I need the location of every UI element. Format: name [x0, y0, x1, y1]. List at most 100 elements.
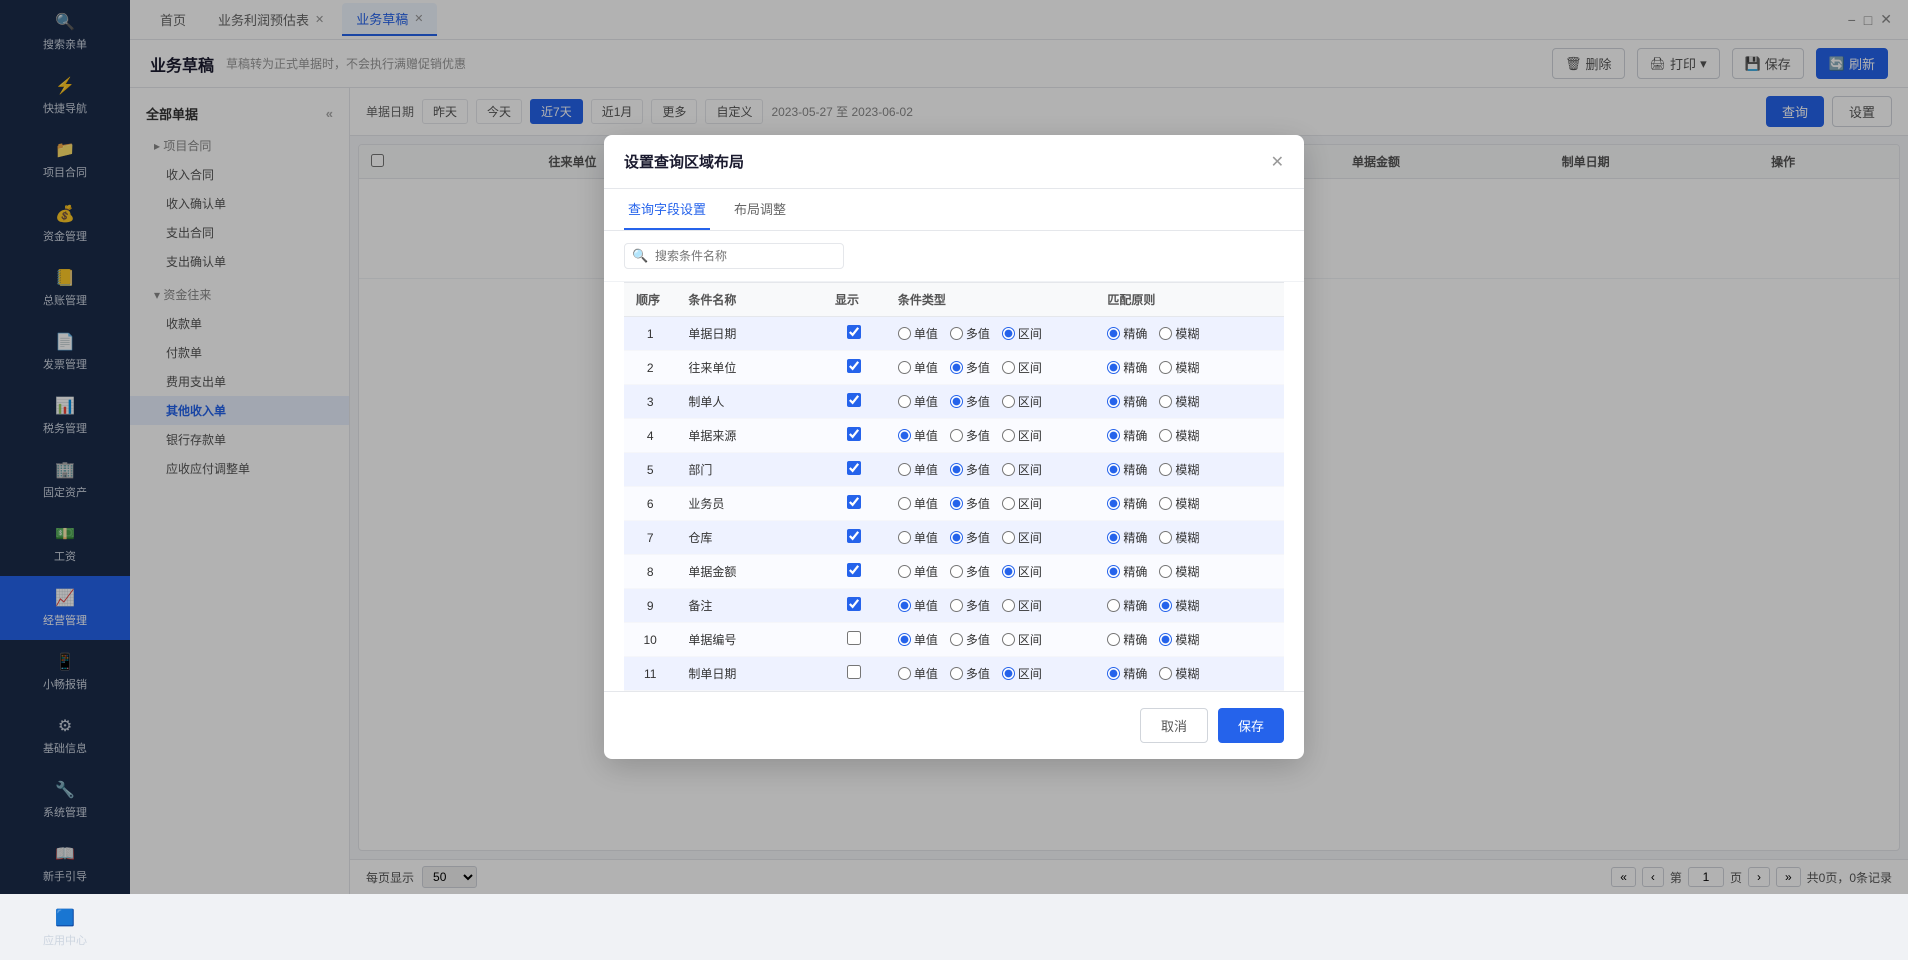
type-radio-range[interactable]: 区间	[1002, 495, 1042, 512]
type-radio-single[interactable]: 单值	[898, 665, 938, 682]
th-order: 顺序	[624, 283, 676, 317]
match-radio-fuzzy[interactable]: 模糊	[1159, 325, 1199, 342]
show-checkbox[interactable]	[847, 427, 861, 441]
match-radio-fuzzy[interactable]: 模糊	[1159, 427, 1199, 444]
type-radio-range[interactable]: 区间	[1002, 325, 1042, 342]
cancel-btn[interactable]: 取消	[1140, 708, 1208, 743]
type-radio-range[interactable]: 区间	[1002, 427, 1042, 444]
match-radio-fuzzy[interactable]: 模糊	[1159, 529, 1199, 546]
th-show: 显示	[823, 283, 886, 317]
cell-match-rule: 精确模糊	[1095, 385, 1284, 419]
dialog-table-row: 3制单人单值多值区间精确模糊	[624, 385, 1284, 419]
match-radio-fuzzy[interactable]: 模糊	[1159, 495, 1199, 512]
type-radio-single[interactable]: 单值	[898, 393, 938, 410]
cell-condition-type: 单值多值区间	[886, 317, 1096, 351]
type-radio-single[interactable]: 单值	[898, 359, 938, 376]
dialog-table-row: 11制单日期单值多值区间精确模糊	[624, 657, 1284, 691]
type-radio-multi[interactable]: 多值	[950, 393, 990, 410]
show-checkbox[interactable]	[847, 665, 861, 679]
cell-show	[823, 453, 886, 487]
type-radio-multi[interactable]: 多值	[950, 631, 990, 648]
type-radio-multi[interactable]: 多值	[950, 665, 990, 682]
type-radio-single[interactable]: 单值	[898, 325, 938, 342]
type-radio-single[interactable]: 单值	[898, 461, 938, 478]
match-radio-precise[interactable]: 精确	[1107, 393, 1147, 410]
type-radio-range[interactable]: 区间	[1002, 461, 1042, 478]
type-radio-single[interactable]: 单值	[898, 529, 938, 546]
dialog-tab-layout[interactable]: 布局调整	[730, 189, 790, 230]
match-radio-precise[interactable]: 精确	[1107, 461, 1147, 478]
type-radio-single[interactable]: 单值	[898, 631, 938, 648]
match-radio-precise[interactable]: 精确	[1107, 597, 1147, 614]
match-radio-precise[interactable]: 精确	[1107, 359, 1147, 376]
match-radio-fuzzy[interactable]: 模糊	[1159, 665, 1199, 682]
match-radio-fuzzy[interactable]: 模糊	[1159, 393, 1199, 410]
type-radio-single[interactable]: 单值	[898, 563, 938, 580]
type-radio-range[interactable]: 区间	[1002, 631, 1042, 648]
type-radio-single[interactable]: 单值	[898, 427, 938, 444]
show-checkbox[interactable]	[847, 597, 861, 611]
dialog-close-btn[interactable]: ✕	[1271, 152, 1284, 172]
dialog-save-btn[interactable]: 保存	[1218, 708, 1284, 743]
condition-search-input[interactable]	[624, 243, 844, 269]
type-radio-multi[interactable]: 多值	[950, 563, 990, 580]
type-radio-range[interactable]: 区间	[1002, 359, 1042, 376]
match-radio-fuzzy[interactable]: 模糊	[1159, 359, 1199, 376]
type-radio-multi[interactable]: 多值	[950, 461, 990, 478]
show-checkbox[interactable]	[847, 461, 861, 475]
sidebar-item-apps[interactable]: 🟦 应用中心	[0, 896, 130, 960]
type-radio-range[interactable]: 区间	[1002, 665, 1042, 682]
type-radio-single[interactable]: 单值	[898, 495, 938, 512]
cell-condition-name: 备注	[676, 589, 823, 623]
show-checkbox[interactable]	[847, 495, 861, 509]
cell-match-rule: 精确模糊	[1095, 351, 1284, 385]
show-checkbox[interactable]	[847, 563, 861, 577]
show-checkbox[interactable]	[847, 359, 861, 373]
cell-condition-type: 单值多值区间	[886, 419, 1096, 453]
dialog-table-row: 9备注单值多值区间精确模糊	[624, 589, 1284, 623]
type-radio-range[interactable]: 区间	[1002, 597, 1042, 614]
dialog-header: 设置查询区域布局 ✕	[604, 135, 1304, 189]
cell-show	[823, 521, 886, 555]
cell-match-rule: 精确模糊	[1095, 419, 1284, 453]
type-radio-range[interactable]: 区间	[1002, 563, 1042, 580]
cell-condition-name: 业务员	[676, 487, 823, 521]
type-radio-multi[interactable]: 多值	[950, 495, 990, 512]
type-radio-single[interactable]: 单值	[898, 597, 938, 614]
show-checkbox[interactable]	[847, 529, 861, 543]
cell-order: 3	[624, 385, 676, 419]
match-radio-fuzzy[interactable]: 模糊	[1159, 597, 1199, 614]
cell-show	[823, 555, 886, 589]
cell-condition-name: 制单人	[676, 385, 823, 419]
dialog-body: 顺序 条件名称 显示 条件类型 匹配原则 1单据日期单值多值区间精确模糊2往来单…	[604, 282, 1304, 691]
match-radio-precise[interactable]: 精确	[1107, 427, 1147, 444]
show-checkbox[interactable]	[847, 393, 861, 407]
type-radio-range[interactable]: 区间	[1002, 529, 1042, 546]
type-radio-multi[interactable]: 多值	[950, 597, 990, 614]
match-radio-precise[interactable]: 精确	[1107, 325, 1147, 342]
type-radio-multi[interactable]: 多值	[950, 359, 990, 376]
match-radio-fuzzy[interactable]: 模糊	[1159, 563, 1199, 580]
match-radio-fuzzy[interactable]: 模糊	[1159, 631, 1199, 648]
match-radio-precise[interactable]: 精确	[1107, 665, 1147, 682]
match-radio-precise[interactable]: 精确	[1107, 563, 1147, 580]
cell-condition-type: 单值多值区间	[886, 385, 1096, 419]
dialog-table-row: 1单据日期单值多值区间精确模糊	[624, 317, 1284, 351]
match-radio-fuzzy[interactable]: 模糊	[1159, 461, 1199, 478]
show-checkbox[interactable]	[847, 631, 861, 645]
match-radio-precise[interactable]: 精确	[1107, 495, 1147, 512]
cell-condition-name: 单据编号	[676, 623, 823, 657]
type-radio-multi[interactable]: 多值	[950, 325, 990, 342]
type-radio-range[interactable]: 区间	[1002, 393, 1042, 410]
cell-order: 1	[624, 317, 676, 351]
show-checkbox[interactable]	[847, 325, 861, 339]
search-input-wrap: 🔍	[624, 243, 844, 269]
match-radio-precise[interactable]: 精确	[1107, 631, 1147, 648]
dialog-table-row: 6业务员单值多值区间精确模糊	[624, 487, 1284, 521]
type-radio-multi[interactable]: 多值	[950, 529, 990, 546]
dialog-search: 🔍	[604, 231, 1304, 282]
type-radio-multi[interactable]: 多值	[950, 427, 990, 444]
dialog-tab-field-settings[interactable]: 查询字段设置	[624, 189, 710, 230]
match-radio-precise[interactable]: 精确	[1107, 529, 1147, 546]
cell-condition-name: 制单日期	[676, 657, 823, 691]
